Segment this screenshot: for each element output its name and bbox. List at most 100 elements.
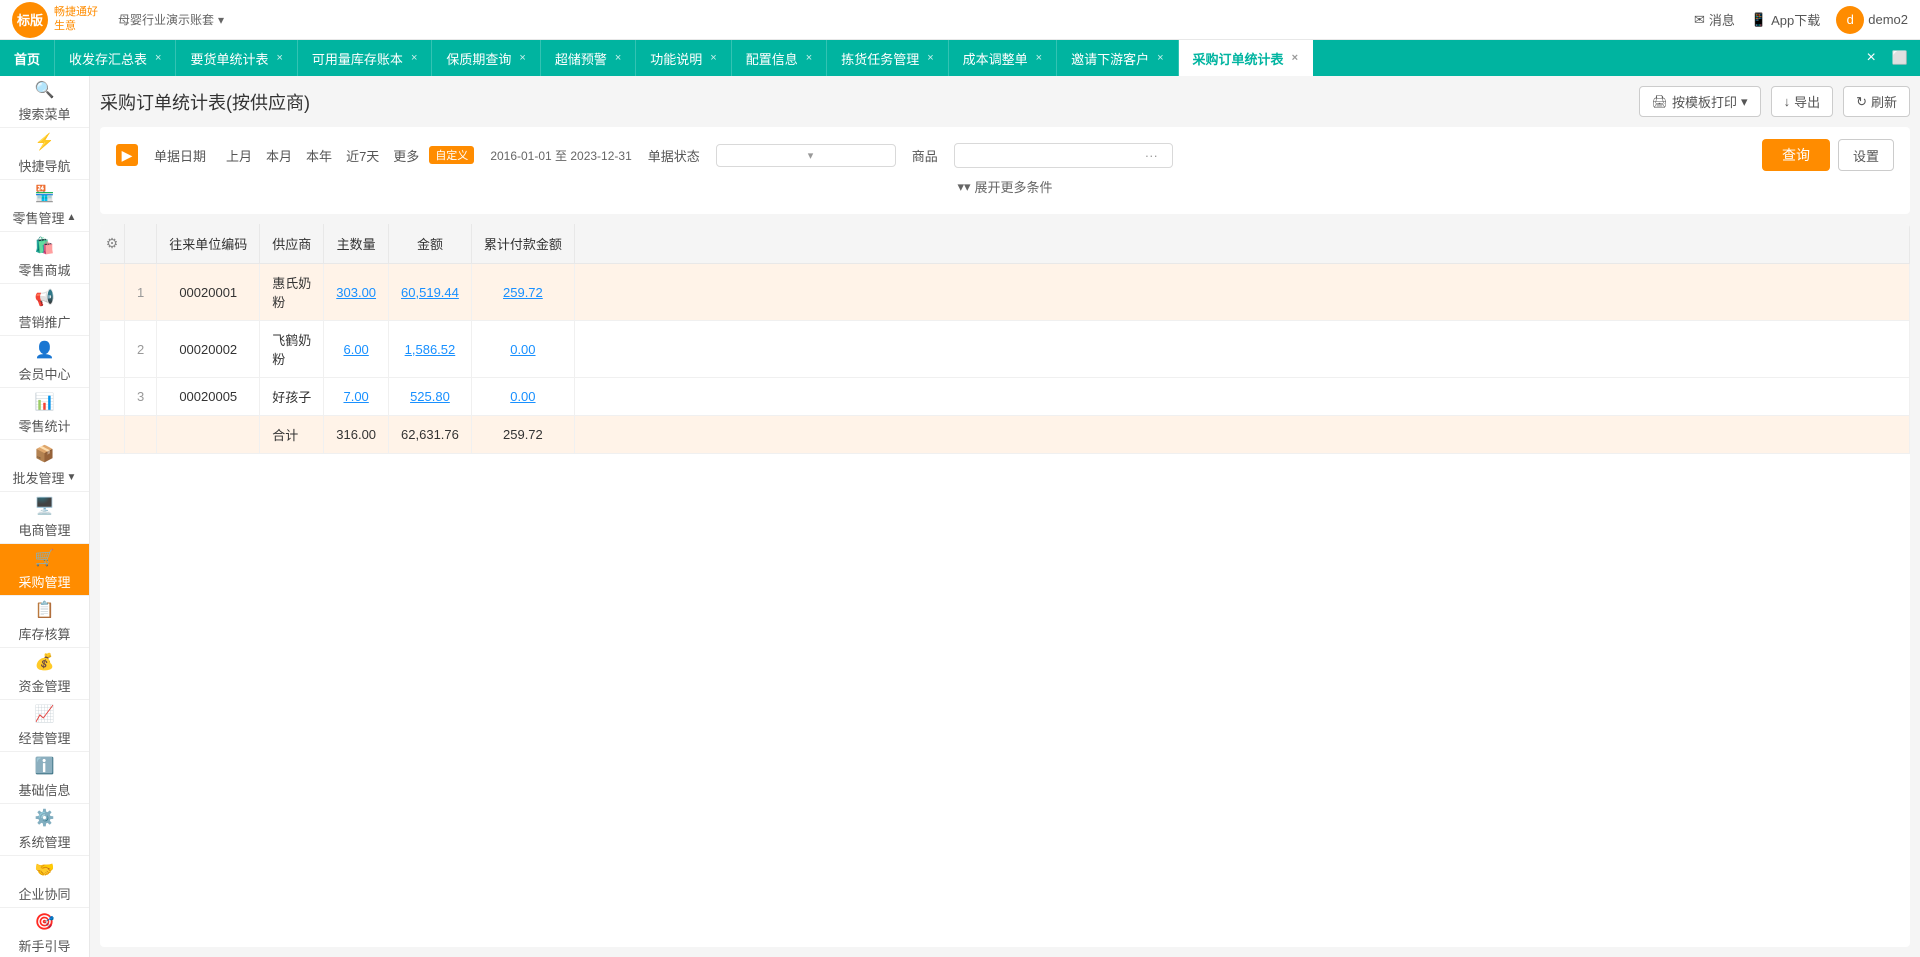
tab-cost-adjust-label: 成本调整单 xyxy=(963,49,1028,68)
col-unit-code: 往来单位编码 xyxy=(157,224,260,264)
row1-extra xyxy=(574,264,1909,321)
close-tab-config-info[interactable]: × xyxy=(806,52,812,64)
goods-filter-label: 商品 xyxy=(912,146,938,165)
sidebar-item-finance-mgmt[interactable]: 💰 资金管理 xyxy=(0,648,89,700)
user-info[interactable]: d demo2 xyxy=(1836,6,1908,34)
table-gear-icon[interactable]: ⚙ xyxy=(106,235,119,251)
date-shortcut-this-month[interactable]: 本月 xyxy=(262,144,296,167)
table-row: 1 00020001 惠氏奶粉 303.00 60,519.44 259.72 xyxy=(100,264,1910,321)
tab-home[interactable]: 首页 xyxy=(0,40,55,76)
close-tab-expiry-query[interactable]: × xyxy=(519,52,525,64)
row1-paid-amount[interactable]: 259.72 xyxy=(471,264,574,321)
template-print-button[interactable]: 🖨 按模板打印 ▾ xyxy=(1639,86,1761,117)
row3-amount[interactable]: 525.80 xyxy=(389,378,472,416)
tab-cost-adjust[interactable]: 成本调整单 × xyxy=(949,40,1057,76)
sidebar-item-purchase-mgmt[interactable]: 🛒 采购管理 xyxy=(0,544,89,596)
tab-overstock-warning[interactable]: 超储预警 × xyxy=(541,40,636,76)
sidebar-item-retail-stats[interactable]: 📊 零售统计 xyxy=(0,388,89,440)
app-download-action[interactable]: 📱 App下载 xyxy=(1751,10,1820,29)
row3-paid-amount[interactable]: 0.00 xyxy=(471,378,574,416)
goods-input[interactable] xyxy=(965,148,1141,163)
nav-tabs: 首页 收发存汇总表 × 要货单统计表 × 可用量库存账本 × 保质期查询 × 超… xyxy=(0,40,1920,76)
tab-available-stock[interactable]: 可用量库存账本 × xyxy=(298,40,432,76)
sidebar-item-inventory-check[interactable]: 📋 库存核算 xyxy=(0,596,89,648)
row3-main-qty[interactable]: 7.00 xyxy=(324,378,389,416)
sidebar-item-retail-mgmt[interactable]: 🏪 零售管理 ▲ xyxy=(0,180,89,232)
footer-paid-amount: 259.72 xyxy=(471,416,574,454)
col-settings[interactable]: ⚙ xyxy=(100,224,125,264)
export-label: 导出 xyxy=(1794,92,1820,111)
top-right: ✉ 消息 📱 App下载 d demo2 xyxy=(1694,6,1908,34)
sidebar-item-search[interactable]: 🔍 搜索菜单 xyxy=(0,76,89,128)
workspace-selector[interactable]: 母婴行业演示账套 ▾ xyxy=(118,11,224,28)
tab-config-info[interactable]: 配置信息 × xyxy=(732,40,827,76)
sidebar-item-new-guide[interactable]: 🎯 新手引导 xyxy=(0,908,89,957)
close-tab-order-summary[interactable]: × xyxy=(276,52,282,64)
date-custom-badge[interactable]: 自定义 xyxy=(429,146,474,164)
purchase-mgmt-icon: 🛒 xyxy=(35,548,55,568)
footer-settings xyxy=(100,416,125,454)
refresh-button[interactable]: ↻ 刷新 xyxy=(1843,86,1910,117)
tab-function-desc[interactable]: 功能说明 × xyxy=(636,40,731,76)
goods-input-dots[interactable]: ··· xyxy=(1141,148,1162,163)
table-row: 3 00020005 好孩子 7.00 525.80 0.00 xyxy=(100,378,1910,416)
query-button[interactable]: 查询 xyxy=(1762,139,1830,171)
close-all-tabs-btn[interactable]: × xyxy=(1862,45,1879,71)
expand-more-row[interactable]: ▾▾ 展开更多条件 xyxy=(116,171,1894,202)
row2-seq: 2 xyxy=(125,321,157,378)
tab-expiry-query[interactable]: 保质期查询 × xyxy=(432,40,540,76)
tab-pick-task-label: 拣货任务管理 xyxy=(841,49,919,68)
sidebar-item-ecommerce-mgmt[interactable]: 🖥️ 电商管理 xyxy=(0,492,89,544)
date-shortcut-more[interactable]: 更多 xyxy=(389,144,423,167)
sidebar-retail-mgmt-label: 零售管理 xyxy=(13,208,65,227)
page-area: 采购订单统计表(按供应商) 🖨 按模板打印 ▾ ↓ 导出 ↻ 刷新 xyxy=(90,76,1920,957)
sidebar-item-enterprise-collab[interactable]: 🤝 企业协同 xyxy=(0,856,89,908)
sidebar-item-marketing[interactable]: 📢 营销推广 xyxy=(0,284,89,336)
row2-amount[interactable]: 1,586.52 xyxy=(389,321,472,378)
table-header-row: ⚙ 往来单位编码 供应商 主数量 金额 累计付款金额 xyxy=(100,224,1910,264)
row1-amount[interactable]: 60,519.44 xyxy=(389,264,472,321)
row2-settings xyxy=(100,321,125,378)
tab-receive-summary[interactable]: 收发存汇总表 × xyxy=(55,40,176,76)
maximize-btn[interactable]: ⬜ xyxy=(1888,46,1912,70)
sidebar-item-wholesale-mgmt[interactable]: 📦 批发管理 ▼ xyxy=(0,440,89,492)
message-action[interactable]: ✉ 消息 xyxy=(1694,10,1735,29)
tab-pick-task[interactable]: 拣货任务管理 × xyxy=(827,40,948,76)
filter-bar: ▶ 单据日期 上月 本月 本年 近7天 更多 自定义 2016-01-01 至 … xyxy=(100,127,1910,214)
close-tab-invite-downstream[interactable]: × xyxy=(1157,52,1163,64)
row1-main-qty[interactable]: 303.00 xyxy=(324,264,389,321)
sidebar-item-operations-mgmt[interactable]: 📈 经营管理 xyxy=(0,700,89,752)
date-shortcut-7days[interactable]: 近7天 xyxy=(342,144,383,167)
close-tab-cost-adjust[interactable]: × xyxy=(1036,52,1042,64)
tab-order-summary[interactable]: 要货单统计表 × xyxy=(176,40,297,76)
tab-available-stock-label: 可用量库存账本 xyxy=(312,49,403,68)
footer-seq xyxy=(125,416,157,454)
sidebar-item-retail-shop[interactable]: 🛍️ 零售商城 xyxy=(0,232,89,284)
sidebar-item-basic-info[interactable]: ℹ️ 基础信息 xyxy=(0,752,89,804)
row2-main-qty[interactable]: 6.00 xyxy=(324,321,389,378)
settings-button[interactable]: 设置 xyxy=(1838,139,1894,171)
sidebar-wholesale-group: 批发管理 ▼ xyxy=(13,468,77,487)
close-tab-overstock-warning[interactable]: × xyxy=(615,52,621,64)
date-shortcut-last-month[interactable]: 上月 xyxy=(222,144,256,167)
member-center-icon: 👤 xyxy=(35,340,55,360)
close-tab-function-desc[interactable]: × xyxy=(710,52,716,64)
sidebar-item-system-mgmt[interactable]: ⚙️ 系统管理 xyxy=(0,804,89,856)
row3-unit-code: 00020005 xyxy=(157,378,260,416)
close-tab-pick-task[interactable]: × xyxy=(927,52,933,64)
sidebar-purchase-mgmt-label: 采购管理 xyxy=(18,572,70,591)
date-shortcut-this-year[interactable]: 本年 xyxy=(302,144,336,167)
sidebar-item-member-center[interactable]: 👤 会员中心 xyxy=(0,336,89,388)
status-dropdown[interactable]: ▾ xyxy=(716,144,896,167)
tab-invite-downstream[interactable]: 邀请下游客户 × xyxy=(1057,40,1178,76)
tab-purchase-order-summary[interactable]: 采购订单统计表 × xyxy=(1179,40,1313,76)
export-button[interactable]: ↓ 导出 xyxy=(1771,86,1834,117)
close-tab-purchase-order-summary[interactable]: × xyxy=(1292,52,1298,64)
date-shortcuts: 上月 本月 本年 近7天 更多 自定义 xyxy=(222,144,474,167)
sidebar-inventory-check-label: 库存核算 xyxy=(18,624,70,643)
close-tab-available-stock[interactable]: × xyxy=(411,52,417,64)
row2-paid-amount[interactable]: 0.00 xyxy=(471,321,574,378)
filter-toggle-btn[interactable]: ▶ xyxy=(116,144,138,166)
close-tab-receive-summary[interactable]: × xyxy=(155,52,161,64)
sidebar-item-quick-nav[interactable]: ⚡ 快捷导航 xyxy=(0,128,89,180)
